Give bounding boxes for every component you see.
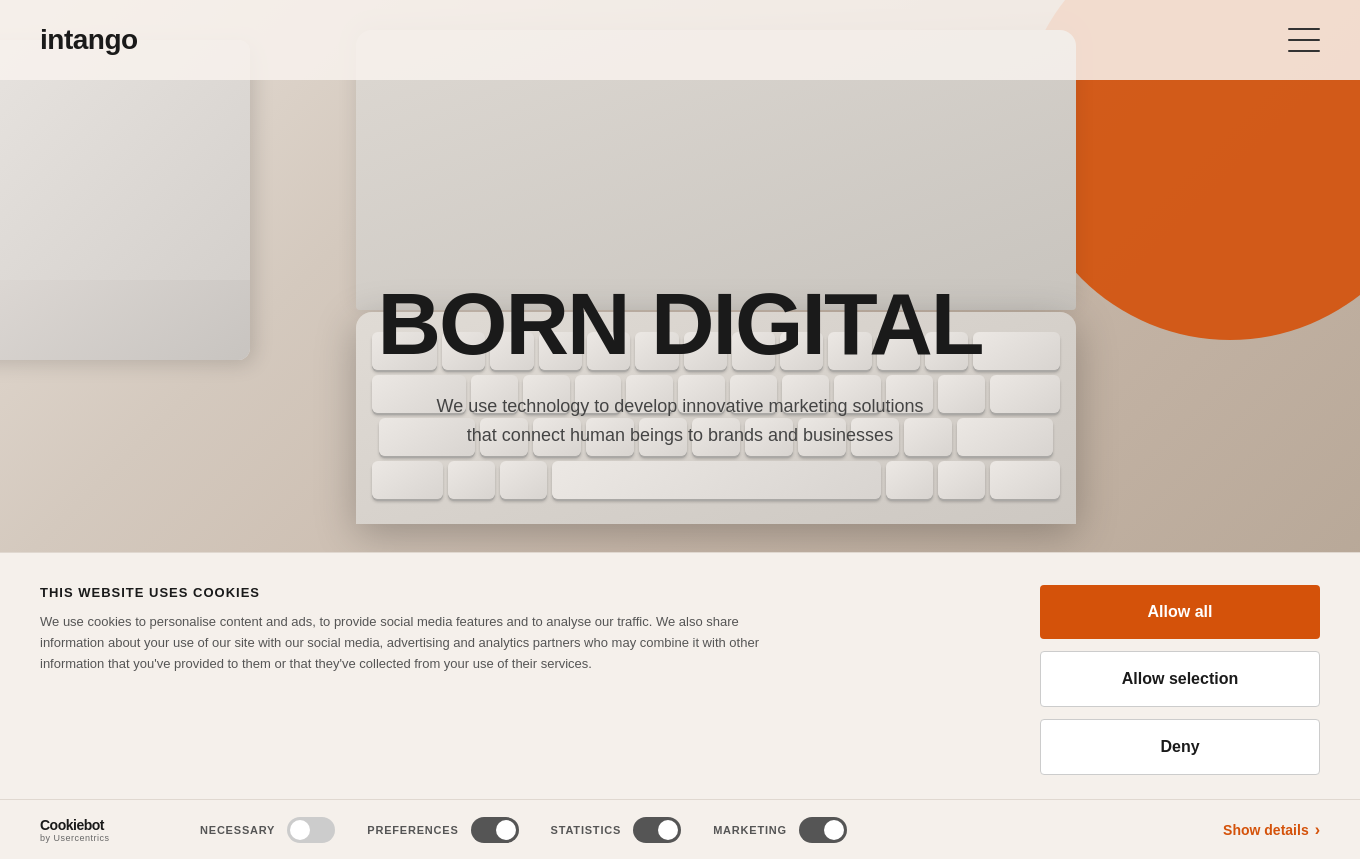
hamburger-line-3 [1288,50,1320,52]
site-logo: intango [40,24,138,56]
marketing-toggle[interactable] [799,817,847,843]
marketing-label: MARKETING [713,824,787,836]
hero-content: BORN DIGITAL We use technology to develo… [330,280,1030,450]
show-details-text: Show details [1223,822,1309,838]
key [448,461,495,499]
necessary-toggle[interactable] [287,817,335,843]
preferences-toggle[interactable] [471,817,519,843]
cookie-text-area: THIS WEBSITE USES COOKIES We use cookies… [40,585,1000,674]
hero-subtitle: We use technology to develop innovative … [330,392,1030,450]
hamburger-line-1 [1288,28,1320,30]
spacebar-key [552,461,881,499]
necessary-toggle-item: NECESSARY [200,817,335,843]
necessary-label: NECESSARY [200,824,275,836]
marketing-toggle-item: MARKETING [713,817,847,843]
statistics-toggle[interactable] [633,817,681,843]
key [886,461,933,499]
hamburger-line-2 [1288,39,1320,41]
cookie-toggle-group: NECESSARY PREFERENCES STATISTICS MARKETI… [200,817,1183,843]
cookie-banner: THIS WEBSITE USES COOKIES We use cookies… [0,552,1360,799]
statistics-toggle-item: STATISTICS [551,817,682,843]
laptop-base [0,280,250,360]
menu-button[interactable] [1288,28,1320,52]
site-header: intango [0,0,1360,80]
preferences-toggle-item: PREFERENCES [367,817,518,843]
chevron-right-icon: › [1315,821,1320,839]
hero-title: BORN DIGITAL [330,280,1030,368]
laptop-left-decoration [0,40,250,360]
allow-selection-button[interactable]: Allow selection [1040,651,1320,707]
kb-row-4 [372,461,1060,499]
cookiebot-brand-name: Cookiebot [40,817,104,833]
cookiebot-brand-sub: by Usercentrics [40,833,110,843]
cookie-banner-title: THIS WEBSITE USES COOKIES [40,585,1000,600]
key [990,461,1061,499]
allow-all-button[interactable]: Allow all [1040,585,1320,639]
deny-button[interactable]: Deny [1040,719,1320,775]
cookie-banner-description: We use cookies to personalise content an… [40,612,790,674]
preferences-label: PREFERENCES [367,824,458,836]
show-details-link[interactable]: Show details › [1223,821,1320,839]
cookie-footer-bar: Cookiebot by Usercentrics NECESSARY PREF… [0,799,1360,859]
cookiebot-logo: Cookiebot by Usercentrics [40,817,160,843]
key [372,461,443,499]
statistics-label: STATISTICS [551,824,622,836]
cookie-action-buttons: Allow all Allow selection Deny [1040,585,1320,775]
key [500,461,547,499]
key [938,461,985,499]
